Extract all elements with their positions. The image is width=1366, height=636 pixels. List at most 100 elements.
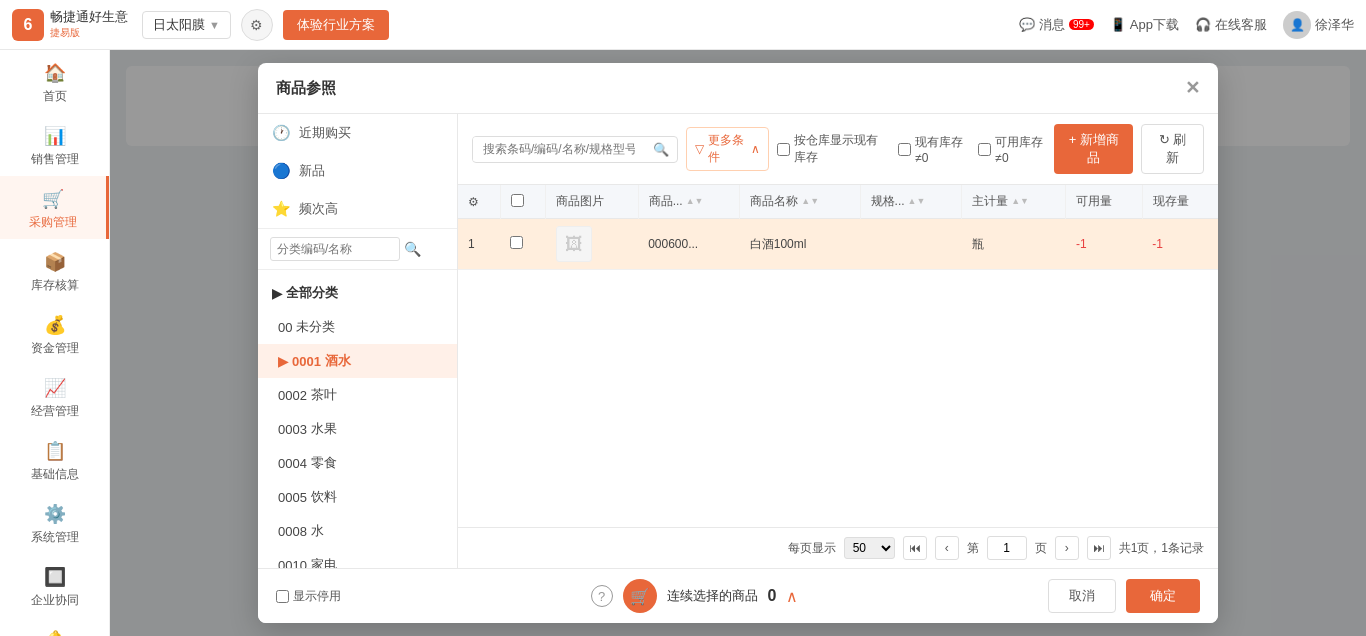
- settings-icon[interactable]: ⚙: [241, 9, 273, 41]
- sidebar-item-enterprise[interactable]: 🔲 企业协同: [0, 554, 109, 617]
- check-available-stock[interactable]: 可用库存≠0: [978, 134, 1046, 165]
- store-name: 日太阳膜: [153, 16, 205, 34]
- check-warehouse-stock[interactable]: 按仓库显示现有库存: [777, 132, 886, 166]
- message-icon: 💬: [1019, 17, 1035, 32]
- row-stock: -1: [1142, 219, 1218, 270]
- username: 徐泽华: [1315, 16, 1354, 34]
- row-checkbox[interactable]: [510, 236, 523, 249]
- table-row[interactable]: 1 🖼 000600...: [458, 219, 1218, 270]
- help-button[interactable]: ?: [591, 585, 613, 607]
- collapse-cart-icon[interactable]: ∧: [786, 587, 798, 606]
- category-search-input[interactable]: [270, 237, 400, 261]
- th-name[interactable]: 商品名称 ▲▼: [740, 185, 860, 219]
- first-page-button[interactable]: ⏮: [903, 536, 927, 560]
- show-disabled-checkbox[interactable]: 显示停用: [276, 588, 341, 605]
- th-unit[interactable]: 主计量 ▲▼: [962, 185, 1066, 219]
- row-image: 🖼: [546, 219, 638, 270]
- th-spec[interactable]: 规格... ▲▼: [860, 185, 962, 219]
- product-lookup-modal: 商品参照 ✕ 🕐 近期购买 🔵: [258, 63, 1218, 623]
- show-disabled-input[interactable]: [276, 590, 289, 603]
- cat-item-0001[interactable]: ▶ 0001 酒水: [258, 344, 457, 378]
- message-nav-item[interactable]: 💬 消息 99+: [1019, 16, 1094, 34]
- select-all-checkbox[interactable]: [511, 194, 524, 207]
- sidebar-item-home[interactable]: 🏠 首页: [0, 50, 109, 113]
- sidebar-item-sales[interactable]: 📊 销售管理: [0, 113, 109, 176]
- store-selector[interactable]: 日太阳膜 ▼: [142, 11, 231, 39]
- check-current-input[interactable]: [898, 143, 911, 156]
- guide-icon: 🔔: [44, 629, 66, 636]
- confirm-button[interactable]: 确定: [1126, 579, 1200, 613]
- service-nav-item[interactable]: 🎧 在线客服: [1195, 16, 1267, 34]
- product-search-icon[interactable]: 🔍: [645, 137, 677, 162]
- sidebar-item-purchase[interactable]: 🛒 采购管理: [0, 176, 109, 239]
- tab-new-label: 新品: [299, 162, 325, 180]
- sidebar-item-inventory[interactable]: 📦 库存核算: [0, 239, 109, 302]
- product-table: ⚙ 商品图片 商品... ▲▼: [458, 185, 1218, 270]
- next-page-button[interactable]: ›: [1055, 536, 1079, 560]
- cart-icon-button[interactable]: 🛒: [623, 579, 657, 613]
- filter-icon: ▽: [695, 142, 704, 156]
- cat-item-0002[interactable]: 0002 茶叶: [258, 378, 457, 412]
- sidebar-item-guide[interactable]: 🔔 新手引导: [0, 617, 109, 636]
- sidebar-item-operations[interactable]: 📈 经营管理: [0, 365, 109, 428]
- product-table-container: ⚙ 商品图片 商品... ▲▼: [458, 185, 1218, 527]
- main-content: 商品参照 ✕ 🕐 近期购买 🔵: [110, 50, 1366, 636]
- tab-recent-purchase[interactable]: 🕐 近期购买: [258, 114, 457, 152]
- cat-item-0008[interactable]: 0008 水: [258, 514, 457, 548]
- cat-item-0003[interactable]: 0003 水果: [258, 412, 457, 446]
- th-settings[interactable]: ⚙: [458, 185, 500, 219]
- row-name: 白酒100ml: [740, 219, 860, 270]
- cat-all-arrow: ▶: [272, 286, 282, 301]
- filter-label: 更多条件: [708, 132, 747, 166]
- product-search-input[interactable]: [473, 137, 645, 161]
- trial-button[interactable]: 体验行业方案: [283, 10, 389, 40]
- add-product-button[interactable]: + 新增商品: [1054, 124, 1133, 174]
- cat-0001-name: 酒水: [325, 352, 351, 370]
- sidebar-item-system[interactable]: ⚙️ 系统管理: [0, 491, 109, 554]
- inventory-icon: 📦: [44, 251, 66, 273]
- cat-item-00[interactable]: 00 未分类: [258, 310, 457, 344]
- last-page-button[interactable]: ⏭: [1087, 536, 1111, 560]
- enterprise-icon: 🔲: [44, 566, 66, 588]
- more-filter-button[interactable]: ▽ 更多条件 ∧: [686, 127, 769, 171]
- cancel-button[interactable]: 取消: [1048, 579, 1116, 613]
- th-available: 可用量: [1066, 185, 1142, 219]
- refresh-button[interactable]: ↻ 刷新: [1141, 124, 1204, 174]
- tab-new-product[interactable]: 🔵 新品: [258, 152, 457, 190]
- product-search-bar: 🔍: [472, 136, 678, 163]
- check-available-input[interactable]: [978, 143, 991, 156]
- modal-title: 商品参照: [276, 79, 336, 98]
- headset-icon: 🎧: [1195, 17, 1211, 32]
- row-check[interactable]: [500, 219, 546, 270]
- modal-overlay: 商品参照 ✕ 🕐 近期购买 🔵: [110, 50, 1366, 636]
- tab-frequent[interactable]: ⭐ 频次高: [258, 190, 457, 228]
- finance-icon: 💰: [44, 314, 66, 336]
- cat-item-all[interactable]: ▶ 全部分类: [258, 276, 457, 310]
- cat-item-0010[interactable]: 0010 家电: [258, 548, 457, 568]
- row-spec: [860, 219, 962, 270]
- logo-title: 畅捷通好生意: [50, 9, 128, 26]
- info-icon: 📋: [44, 440, 66, 462]
- sort-arrows-name: ▲▼: [801, 198, 819, 205]
- cat-item-0004[interactable]: 0004 零食: [258, 446, 457, 480]
- check-warehouse-input[interactable]: [777, 143, 790, 156]
- prev-page-button[interactable]: ‹: [935, 536, 959, 560]
- category-search-icon[interactable]: 🔍: [404, 241, 421, 257]
- check-current-stock[interactable]: 现有库存≠0: [898, 134, 966, 165]
- tab-recent-label: 近期购买: [299, 124, 351, 142]
- panel-collapse-button[interactable]: 《: [457, 321, 458, 361]
- home-icon: 🏠: [44, 62, 66, 84]
- cat-item-0005[interactable]: 0005 饮料: [258, 480, 457, 514]
- page-number-input[interactable]: [987, 536, 1027, 560]
- sort-arrows-unit: ▲▼: [1011, 198, 1029, 205]
- user-nav-item[interactable]: 👤 徐泽华: [1283, 11, 1354, 39]
- sidebar-label-inventory: 库存核算: [31, 277, 79, 294]
- sidebar-item-basic-info[interactable]: 📋 基础信息: [0, 428, 109, 491]
- sidebar-item-finance[interactable]: 💰 资金管理: [0, 302, 109, 365]
- app-download-nav-item[interactable]: 📱 App下载: [1110, 16, 1179, 34]
- modal-close-button[interactable]: ✕: [1185, 77, 1200, 99]
- page-size-select[interactable]: 50 100 200: [844, 537, 895, 559]
- th-code[interactable]: 商品... ▲▼: [638, 185, 740, 219]
- mobile-icon: 📱: [1110, 17, 1126, 32]
- sidebar: 🏠 首页 📊 销售管理 🛒 采购管理 📦 库存核算 💰 资金管理 📈 经营管理 …: [0, 50, 110, 636]
